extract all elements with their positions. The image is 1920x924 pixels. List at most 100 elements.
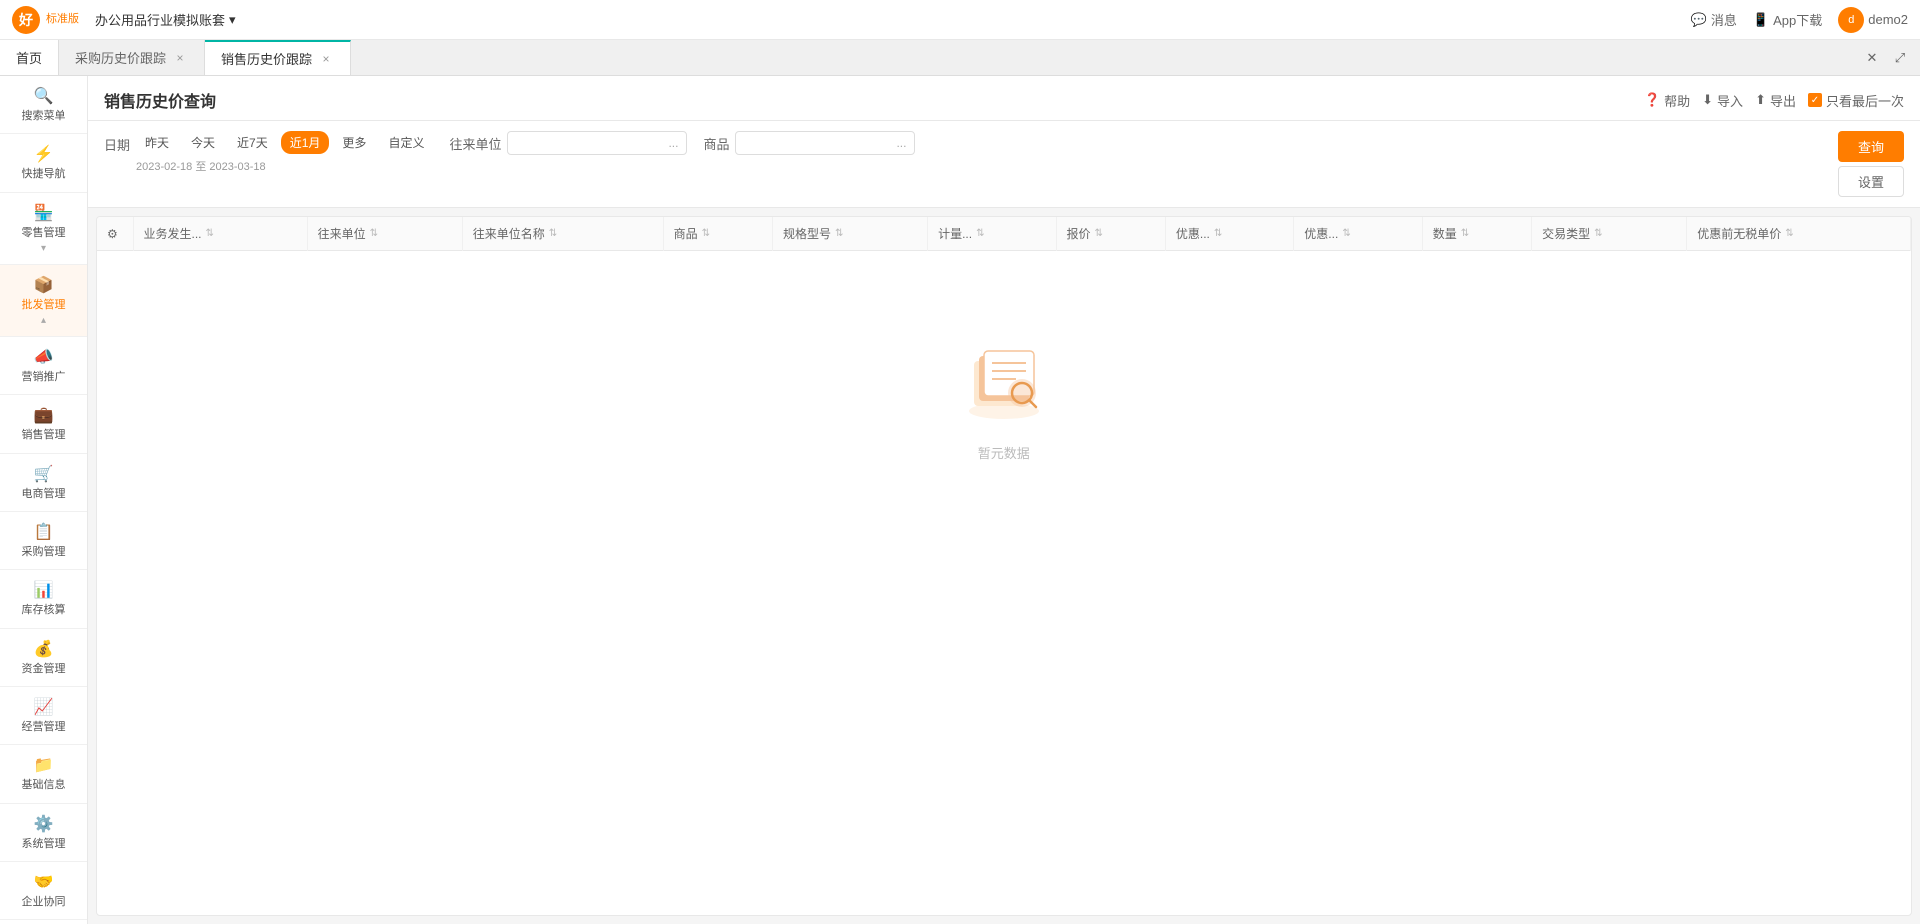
th-biz-date[interactable]: 业务发生... ⇅ [133,217,307,251]
tab-home[interactable]: 首页 [0,40,59,75]
finance-mgmt-icon: 💰 [34,639,54,659]
tab-sales-history-label: 销售历史价跟踪 [221,49,312,68]
app-download-action[interactable]: 📱 App下载 [1753,10,1822,29]
title-dropdown-icon: ▾ [229,12,236,28]
tab-purchase-history-close[interactable]: × [172,50,188,66]
sidebar-item-ecommerce-mgmt[interactable]: 🛒 电商管理 [0,454,87,512]
sidebar-item-basic-info[interactable]: 📁 基础信息 [0,745,87,803]
th-product[interactable]: 商品 ⇅ [663,217,772,251]
column-settings-icon[interactable]: ⚙ [107,227,118,241]
sort-pretax-price-icon: ⇅ [1785,229,1793,239]
query-button[interactable]: 查询 [1838,131,1904,162]
tabbar-actions: ✕ ⤢ [1860,40,1920,75]
sort-discount1-icon: ⇅ [1214,229,1222,239]
th-trade-type[interactable]: 交易类型 ⇅ [1532,217,1687,251]
sidebar-item-retail-mgmt[interactable]: 🏪 零售管理 ▾ [0,193,87,265]
sidebar-label-operations-mgmt: 经营管理 [22,720,66,734]
th-pretax-price[interactable]: 优惠前无税单价 ⇅ [1687,217,1911,251]
sidebar-label-purchase-mgmt: 采购管理 [22,545,66,559]
app-title-select[interactable]: 办公用品行业模拟账套 ▾ [87,6,244,33]
sort-unit-icon: ⇅ [976,229,984,239]
sidebar-item-finance-mgmt[interactable]: 💰 资金管理 [0,629,87,687]
empty-icon-svg [954,331,1054,431]
th-settings[interactable]: ⚙ [97,217,133,251]
export-action[interactable]: ⬆ 导出 [1755,91,1796,110]
tab-sales-history[interactable]: 销售历史价跟踪 × [205,40,351,75]
date-btn-7days[interactable]: 近7天 [228,131,277,154]
th-partner-name[interactable]: 往来单位名称 ⇅ [462,217,663,251]
only-last-checkbox[interactable]: ✓ 只看最后一次 [1808,91,1904,110]
date-btn-yesterday[interactable]: 昨天 [136,131,178,154]
wholesale-expand-icon: ▴ [41,315,46,326]
sidebar-item-marketing[interactable]: 📣 营销推广 [0,337,87,395]
logo-icon: 好 [12,6,40,34]
main-layout: 🔍 搜索菜单 ⚡ 快捷导航 🏪 零售管理 ▾ 📦 批发管理 ▴ 📣 营销推广 💼… [0,76,1920,924]
data-table: ⚙ 业务发生... ⇅ 往来单位 ⇅ [97,217,1911,542]
empty-state: 暂元数据 [97,251,1911,542]
sidebar-item-sales-mgmt[interactable]: 💼 销售管理 [0,395,87,453]
user-name-label: demo2 [1868,12,1908,27]
sidebar-item-system-mgmt[interactable]: ⚙️ 系统管理 [0,804,87,862]
th-quantity[interactable]: 数量 ⇅ [1422,217,1531,251]
inventory-icon: 📊 [34,580,54,600]
date-btn-today[interactable]: 今天 [182,131,224,154]
empty-state-cell: 暂元数据 [97,251,1911,543]
date-btn-custom[interactable]: 自定义 [379,131,433,154]
export-label: 导出 [1770,91,1796,110]
sidebar-item-search-menu[interactable]: 🔍 搜索菜单 [0,76,87,134]
sidebar-item-inventory[interactable]: 📊 库存核算 [0,570,87,628]
message-action[interactable]: 💬 消息 [1691,10,1737,29]
table-container: ⚙ 业务发生... ⇅ 往来单位 ⇅ [96,216,1912,916]
import-action[interactable]: ⬇ 导入 [1702,91,1743,110]
sidebar-item-wholesale-mgmt[interactable]: 📦 批发管理 ▴ [0,265,87,337]
empty-state-row: 暂元数据 [97,251,1911,543]
search-menu-icon: 🔍 [34,86,54,106]
checkbox-checked-icon: ✓ [1808,93,1822,107]
marketing-icon: 📣 [34,347,54,367]
sidebar-item-new-guide[interactable]: 🎯 新手引导 [0,920,87,924]
close-all-tabs-button[interactable]: ✕ [1860,46,1884,70]
sidebar-label-marketing: 营销推广 [22,370,66,384]
help-action[interactable]: ❓ 帮助 [1644,91,1690,110]
empty-state-text: 暂元数据 [978,443,1030,462]
th-discount1[interactable]: 优惠... ⇅ [1165,217,1293,251]
settings-button[interactable]: 设置 [1838,166,1904,197]
th-quote[interactable]: 报价 ⇅ [1056,217,1165,251]
app-download-icon: 📱 [1753,12,1769,28]
sort-product-icon: ⇅ [702,229,710,239]
partner-input[interactable]: ... [507,131,687,155]
export-icon: ⬆ [1755,92,1766,108]
th-spec[interactable]: 规格型号 ⇅ [772,217,927,251]
sidebar-label-ecommerce-mgmt: 电商管理 [22,487,66,501]
th-partner-code[interactable]: 往来单位 ⇅ [307,217,462,251]
sidebar-label-basic-info: 基础信息 [22,778,66,792]
sidebar-item-enterprise-collab[interactable]: 🤝 企业协同 [0,862,87,920]
topbar-right: 💬 消息 📱 App下载 d demo2 [1691,7,1908,33]
sidebar-label-wholesale-mgmt: 批发管理 [22,298,66,312]
tabbar: 首页 采购历史价跟踪 × 销售历史价跟踪 × ✕ ⤢ [0,40,1920,76]
th-discount2[interactable]: 优惠... ⇅ [1294,217,1422,251]
retail-expand-icon: ▾ [41,243,46,254]
date-btn-1month[interactable]: 近1月 [281,131,330,154]
product-input[interactable]: ... [735,131,915,155]
logo-text: 标准版 [46,13,79,26]
product-input-ellipsis: ... [896,136,906,150]
sales-mgmt-icon: 💼 [34,405,54,425]
sidebar-item-operations-mgmt[interactable]: 📈 经营管理 [0,687,87,745]
user-profile[interactable]: d demo2 [1838,7,1908,33]
partner-filter-label: 往来单位 [449,134,501,153]
topbar-left: 好 标准版 办公用品行业模拟账套 ▾ [12,6,244,34]
maximize-button[interactable]: ⤢ [1888,46,1912,70]
sidebar-label-search-menu: 搜索菜单 [22,109,66,123]
date-filter-label: 日期 [104,131,130,154]
date-btn-more[interactable]: 更多 [333,131,375,154]
tab-sales-history-close[interactable]: × [318,51,334,67]
sidebar-item-purchase-mgmt[interactable]: 📋 采购管理 [0,512,87,570]
tab-purchase-history[interactable]: 采购历史价跟踪 × [59,40,205,75]
sidebar-item-quick-nav[interactable]: ⚡ 快捷导航 [0,134,87,192]
sidebar-label-retail-mgmt: 零售管理 [22,226,66,240]
basic-info-icon: 📁 [34,755,54,775]
help-label: 帮助 [1664,91,1690,110]
partner-filter-group: 往来单位 ... [449,131,687,155]
th-unit[interactable]: 计量... ⇅ [928,217,1056,251]
